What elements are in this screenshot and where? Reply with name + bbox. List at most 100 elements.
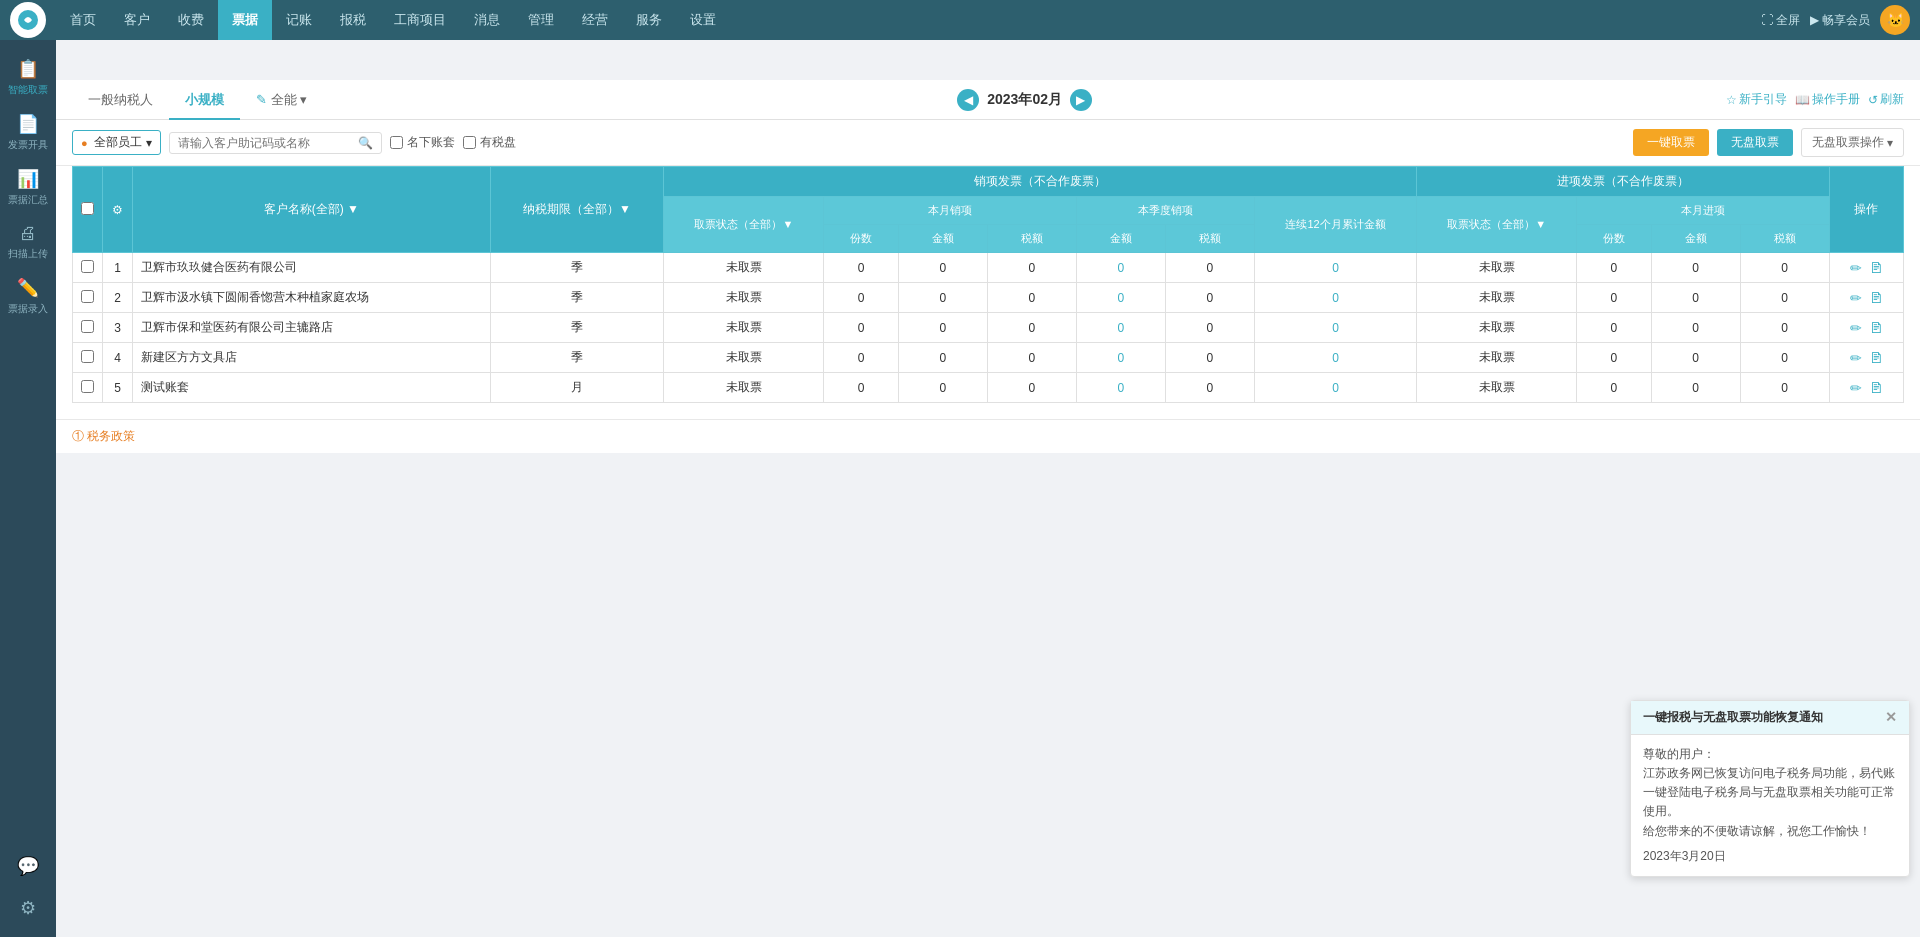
- sidebar-item-invoice-summary[interactable]: 📊 票据汇总: [0, 160, 56, 215]
- settings-icon[interactable]: ⚙: [112, 203, 123, 217]
- row-sales-fetch-status: 未取票: [664, 343, 824, 373]
- th-input-current-month: 本月进项: [1577, 197, 1829, 225]
- row-checkbox-2[interactable]: [81, 320, 94, 333]
- detail-action-icon[interactable]: 🖹: [1869, 380, 1883, 396]
- row-sales-month-copies: 0: [824, 253, 898, 283]
- row-checkbox-1[interactable]: [81, 290, 94, 303]
- row-num-cell: 2: [103, 283, 133, 313]
- edit-action-icon[interactable]: ✏: [1850, 320, 1862, 336]
- checkbox-has-tax-disk-input[interactable]: [463, 136, 476, 149]
- row-consecutive12: 0: [1254, 253, 1416, 283]
- nav-settings[interactable]: 设置: [676, 0, 730, 40]
- table-row: 2 卫辉市汲水镇下圆闹香惚营木种植家庭农场 季 未取票 0 0 0 0 0 0 …: [73, 283, 1904, 313]
- row-checkbox-cell[interactable]: [73, 253, 103, 283]
- row-sales-month-copies: 0: [824, 283, 898, 313]
- new-guide-btn[interactable]: ☆ 新手引导: [1726, 91, 1787, 108]
- tab-general-taxpayer[interactable]: 一般纳税人: [72, 80, 169, 120]
- row-checkbox-cell[interactable]: [73, 283, 103, 313]
- vip-btn[interactable]: ▶ 畅享会员: [1810, 12, 1870, 29]
- nav-service[interactable]: 服务: [622, 0, 676, 40]
- detail-action-icon[interactable]: 🖹: [1869, 350, 1883, 366]
- th-customer-name: 客户名称(全部) ▼: [133, 167, 491, 253]
- search-icon[interactable]: 🔍: [358, 136, 373, 150]
- row-sales-quarter-tax: 0: [1165, 253, 1254, 283]
- sidebar-item-smart-fetch[interactable]: 📋 智能取票: [0, 50, 56, 105]
- table-container: ⚙ 客户名称(全部) ▼ 纳税期限（全部）▼ 销项发票（不合作废票） 进项发票（: [56, 166, 1920, 419]
- vip-icon: ▶: [1810, 13, 1819, 27]
- row-input-fetch-status: 未取票: [1417, 283, 1577, 313]
- row-checkbox-cell[interactable]: [73, 343, 103, 373]
- sidebar-label-invoice-summary: 票据汇总: [8, 193, 48, 207]
- scan-upload-icon: 🖨: [19, 223, 37, 244]
- nav-home[interactable]: 首页: [56, 0, 110, 40]
- period-display: 2023年02月: [987, 91, 1062, 109]
- one-key-fetch-button[interactable]: 一键取票: [1633, 129, 1709, 156]
- detail-action-icon[interactable]: 🖹: [1869, 290, 1883, 306]
- manual-btn[interactable]: 📖 操作手册: [1795, 91, 1860, 108]
- employee-select[interactable]: ● 全部员工 ▾: [72, 130, 161, 155]
- edit-action-icon[interactable]: ✏: [1850, 260, 1862, 276]
- nav-manage[interactable]: 管理: [514, 0, 568, 40]
- sub-tabs-row: 一般纳税人 小规模 ✎ 全能 ▾ ◀ 2023年02月 ▶ ☆ 新手引导 📖 操…: [56, 80, 1920, 120]
- row-tax-period: 季: [490, 253, 664, 283]
- tax-policy-link[interactable]: ① 税务政策: [72, 429, 135, 443]
- th-sales-quarter-tax: 税额: [1165, 225, 1254, 253]
- row-sales-month-tax: 0: [987, 313, 1076, 343]
- nav-message[interactable]: 消息: [460, 0, 514, 40]
- search-input[interactable]: [178, 136, 358, 150]
- row-sales-month-copies: 0: [824, 373, 898, 403]
- table-wrapper: ⚙ 客户名称(全部) ▼ 纳税期限（全部）▼ 销项发票（不合作废票） 进项发票（: [72, 166, 1904, 403]
- smart-fetch-icon: 📋: [17, 58, 39, 80]
- nav-bookkeeping[interactable]: 记账: [272, 0, 326, 40]
- row-checkbox-cell[interactable]: [73, 373, 103, 403]
- nav-fee[interactable]: 收费: [164, 0, 218, 40]
- th-input-month-amount: 金额: [1651, 225, 1740, 253]
- period-next-button[interactable]: ▶: [1070, 89, 1092, 111]
- row-sales-month-copies: 0: [824, 343, 898, 373]
- row-customer-name: 卫辉市保和堂医药有限公司主辘路店: [133, 313, 491, 343]
- th-input-month-tax: 税额: [1740, 225, 1829, 253]
- sidebar-item-scan-upload[interactable]: 🖨 扫描上传: [0, 215, 56, 269]
- nav-invoice[interactable]: 票据: [218, 0, 272, 40]
- nav-business[interactable]: 工商项目: [380, 0, 460, 40]
- row-sales-quarter-amount: 0: [1076, 373, 1165, 403]
- main-table: ⚙ 客户名称(全部) ▼ 纳税期限（全部）▼ 销项发票（不合作废票） 进项发票（: [72, 166, 1904, 403]
- edit-action-icon[interactable]: ✏: [1850, 380, 1862, 396]
- row-sales-fetch-status: 未取票: [664, 373, 824, 403]
- row-checkbox-cell[interactable]: [73, 313, 103, 343]
- fullscreen-btn[interactable]: ⛶ 全屏: [1761, 12, 1800, 29]
- row-input-month-copies: 0: [1577, 313, 1651, 343]
- no-disk-fetch-button[interactable]: 无盘取票: [1717, 129, 1793, 156]
- row-sales-quarter-amount: 0: [1076, 313, 1165, 343]
- row-input-fetch-status: 未取票: [1417, 253, 1577, 283]
- row-input-month-amount: 0: [1651, 253, 1740, 283]
- select-all-checkbox[interactable]: [81, 202, 94, 215]
- nav-client[interactable]: 客户: [110, 0, 164, 40]
- tab-small-scale[interactable]: 小规模: [169, 80, 240, 120]
- detail-action-icon[interactable]: 🖹: [1869, 320, 1883, 336]
- edit-action-icon[interactable]: ✏: [1850, 290, 1862, 306]
- detail-action-icon[interactable]: 🖹: [1869, 260, 1883, 276]
- user-avatar[interactable]: 🐱: [1880, 5, 1910, 35]
- edit-action-icon[interactable]: ✏: [1850, 350, 1862, 366]
- refresh-btn[interactable]: ↺ 刷新: [1868, 91, 1904, 108]
- select-chevron-icon: ▾: [146, 136, 152, 150]
- sidebar-item-invoice-issue[interactable]: 📄 发票开具: [0, 105, 56, 160]
- row-checkbox-0[interactable]: [81, 260, 94, 273]
- checkbox-has-tax-disk[interactable]: 有税盘: [463, 134, 516, 151]
- invoice-summary-icon: 📊: [17, 168, 39, 190]
- row-checkbox-4[interactable]: [81, 380, 94, 393]
- main-content: 一般纳税人 小规模 ✎ 全能 ▾ ◀ 2023年02月 ▶ ☆ 新手引导 📖 操…: [56, 80, 1920, 453]
- checkbox-my-accounts[interactable]: 名下账套: [390, 134, 455, 151]
- row-sales-fetch-status: 未取票: [664, 313, 824, 343]
- checkbox-my-accounts-input[interactable]: [390, 136, 403, 149]
- row-input-month-copies: 0: [1577, 373, 1651, 403]
- invoice-issue-icon: 📄: [17, 113, 39, 135]
- nav-tax[interactable]: 报税: [326, 0, 380, 40]
- no-disk-operation-button[interactable]: 无盘取票操作 ▾: [1801, 128, 1904, 157]
- row-checkbox-3[interactable]: [81, 350, 94, 363]
- sidebar-item-invoice-entry[interactable]: ✏️ 票据录入: [0, 269, 56, 324]
- tab-all-capable[interactable]: ✎ 全能 ▾: [240, 80, 323, 120]
- period-prev-button[interactable]: ◀: [957, 89, 979, 111]
- nav-operation[interactable]: 经营: [568, 0, 622, 40]
